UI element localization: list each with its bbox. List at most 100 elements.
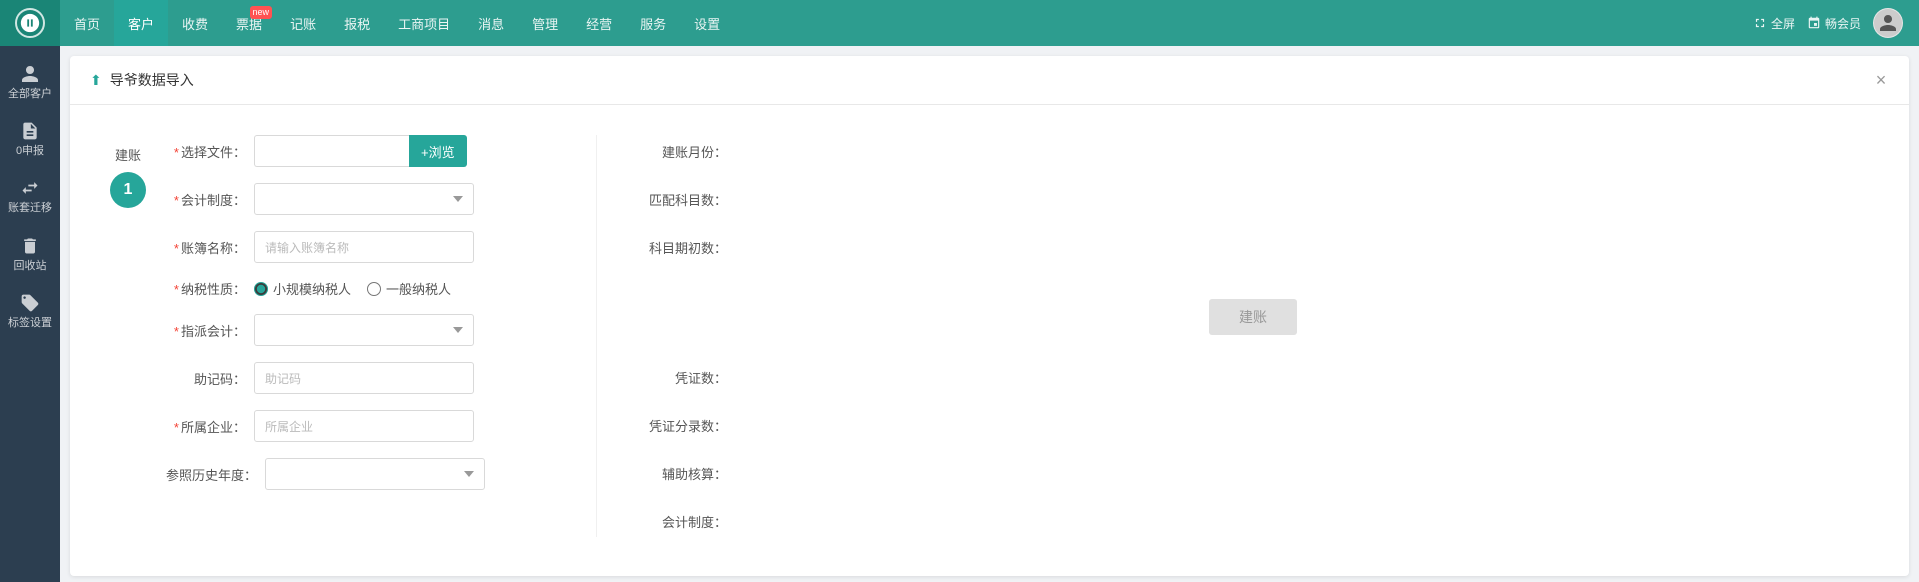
voucher-entries-label: 凭证分录数： — [637, 416, 727, 435]
step-label: 建账 — [115, 145, 141, 164]
assign-accountant-row: *指派会计： — [166, 314, 566, 346]
build-month-label: 建账月份： — [637, 142, 727, 161]
nav-item-tax[interactable]: 报税 — [330, 0, 384, 46]
nav-item-clients[interactable]: 客户 — [114, 0, 168, 46]
radio-small-input[interactable] — [254, 282, 268, 296]
user-avatar[interactable] — [1873, 8, 1903, 38]
fullscreen-icon — [1753, 16, 1767, 30]
right-accounting-system-label: 会计制度： — [637, 512, 727, 531]
dialog-header: ⬆ 导爷数据导入 — [70, 56, 1909, 105]
logo — [0, 0, 60, 46]
company-input[interactable] — [254, 410, 474, 442]
file-icon — [20, 121, 40, 141]
required-star-tn: * — [174, 282, 179, 297]
file-row: *选择文件： +浏览 — [166, 135, 566, 167]
initial-subjects-label: 科目期初数： — [637, 238, 727, 257]
nav-item-management[interactable]: 管理 — [518, 0, 572, 46]
tax-nature-row: *纳税性质： 小规模纳税人 一般纳税人 — [166, 279, 566, 298]
sidebar-item-label-settings[interactable]: 标签设置 — [4, 285, 56, 338]
file-input-group: +浏览 — [254, 135, 467, 167]
radio-general-input[interactable] — [367, 282, 381, 296]
vouchers-label: 凭证数： — [637, 368, 727, 387]
nav-item-settings[interactable]: 设置 — [680, 0, 734, 46]
ledger-name-row: *账簿名称： — [166, 231, 566, 263]
layout: 全部客户 0申报 账套迁移 回收站 标签设置 ⬆ 导爷数据导入 × — [0, 46, 1919, 582]
radio-small-taxpayer[interactable]: 小规模纳税人 — [254, 279, 351, 298]
sidebar-item-migration[interactable]: 账套迁移 — [4, 170, 56, 223]
main-content: ⬆ 导爷数据导入 × 建账 1 — [60, 46, 1919, 582]
nav-item-fees[interactable]: 收费 — [168, 0, 222, 46]
file-input[interactable] — [254, 135, 409, 167]
vip-button[interactable]: 畅会员 — [1807, 15, 1861, 32]
nav-item-business[interactable]: 工商项目 — [384, 0, 464, 46]
sidebar-label-trash: 回收站 — [14, 260, 47, 273]
sidebar: 全部客户 0申报 账套迁移 回收站 标签设置 — [0, 46, 60, 582]
accounting-system-row: *会计制度： — [166, 183, 566, 215]
trash-icon — [20, 236, 40, 256]
step-indicator: 建账 1 — [110, 135, 146, 537]
memo-code-label: 助记码： — [166, 369, 246, 388]
auxiliary-calc-row: 辅助核算： — [637, 457, 1869, 489]
nav-item-invoices[interactable]: 票据 new — [222, 0, 276, 46]
accounting-system-select[interactable] — [254, 183, 474, 215]
assign-accountant-select[interactable] — [254, 314, 474, 346]
memo-code-row: 助记码： — [166, 362, 566, 394]
match-subjects-row: 匹配科目数： — [637, 183, 1869, 215]
fullscreen-button[interactable]: 全屏 — [1753, 15, 1795, 32]
reference-year-label: 参照历史年度： — [166, 465, 257, 484]
ledger-name-input[interactable] — [254, 231, 474, 263]
transfer-icon — [20, 178, 40, 198]
nav-item-messages[interactable]: 消息 — [464, 0, 518, 46]
match-subjects-label: 匹配科目数： — [637, 190, 727, 209]
file-label: *选择文件： — [166, 142, 246, 161]
nav-item-home[interactable]: 首页 — [60, 0, 114, 46]
auxiliary-calc-label: 辅助核算： — [637, 464, 727, 483]
sidebar-label-migration: 账套迁移 — [8, 202, 52, 215]
avatar-icon — [1878, 13, 1898, 33]
required-star-file: * — [174, 145, 179, 160]
nav-item-services[interactable]: 服务 — [626, 0, 680, 46]
required-star-co: * — [174, 420, 179, 435]
vouchers-row: 凭证数： — [637, 361, 1869, 393]
radio-general-label: 一般纳税人 — [386, 279, 451, 298]
nav-item-operations[interactable]: 经营 — [572, 0, 626, 46]
logo-icon — [15, 8, 45, 38]
logo-svg — [19, 12, 41, 34]
nav-items: 首页 客户 收费 票据 new 记账 报税 工商项目 消息 管理 经营 服务 设… — [60, 0, 1753, 46]
close-button[interactable]: × — [1869, 68, 1893, 92]
dialog-body: 建账 1 *选择文件： +浏览 — [70, 105, 1909, 567]
required-star-as: * — [174, 193, 179, 208]
sidebar-label-label-settings: 标签设置 — [8, 317, 52, 330]
company-row: *所属企业： — [166, 410, 566, 442]
sidebar-label-declaration: 0申报 — [16, 145, 44, 158]
required-star-aa: * — [174, 324, 179, 339]
voucher-entries-row: 凭证分录数： — [637, 409, 1869, 441]
memo-code-input[interactable] — [254, 362, 474, 394]
sidebar-item-trash[interactable]: 回收站 — [4, 228, 56, 281]
form-section-right: 建账月份： 匹配科目数： 科目期初数： 建账 — [596, 135, 1869, 537]
right-accounting-system-row: 会计制度： — [637, 505, 1869, 537]
reference-year-select[interactable] — [265, 458, 485, 490]
build-month-row: 建账月份： — [637, 135, 1869, 167]
form-grid: *选择文件： +浏览 *会计制度： — [166, 135, 566, 537]
required-star-ln: * — [174, 241, 179, 256]
tax-nature-radio-group: 小规模纳税人 一般纳税人 — [254, 279, 451, 298]
fullscreen-label: 全屏 — [1771, 15, 1795, 32]
browse-button[interactable]: +浏览 — [409, 135, 467, 167]
tax-nature-label: *纳税性质： — [166, 279, 246, 298]
nav-right: 全屏 畅会员 — [1753, 8, 1919, 38]
sidebar-item-all-clients[interactable]: 全部客户 — [4, 56, 56, 109]
company-label: *所属企业： — [166, 417, 246, 436]
radio-small-label: 小规模纳税人 — [273, 279, 351, 298]
new-badge: new — [250, 6, 273, 19]
build-account-button[interactable]: 建账 — [1209, 299, 1297, 335]
reference-year-row: 参照历史年度： — [166, 458, 566, 490]
dialog-card: ⬆ 导爷数据导入 × 建账 1 — [70, 56, 1909, 576]
initial-subjects-row: 科目期初数： — [637, 231, 1869, 263]
radio-general-taxpayer[interactable]: 一般纳税人 — [367, 279, 451, 298]
import-icon: ⬆ — [90, 72, 102, 89]
nav-item-bookkeeping[interactable]: 记账 — [276, 0, 330, 46]
vip-icon — [1807, 16, 1821, 30]
step-circle: 1 — [110, 172, 146, 208]
sidebar-item-declaration[interactable]: 0申报 — [4, 113, 56, 166]
